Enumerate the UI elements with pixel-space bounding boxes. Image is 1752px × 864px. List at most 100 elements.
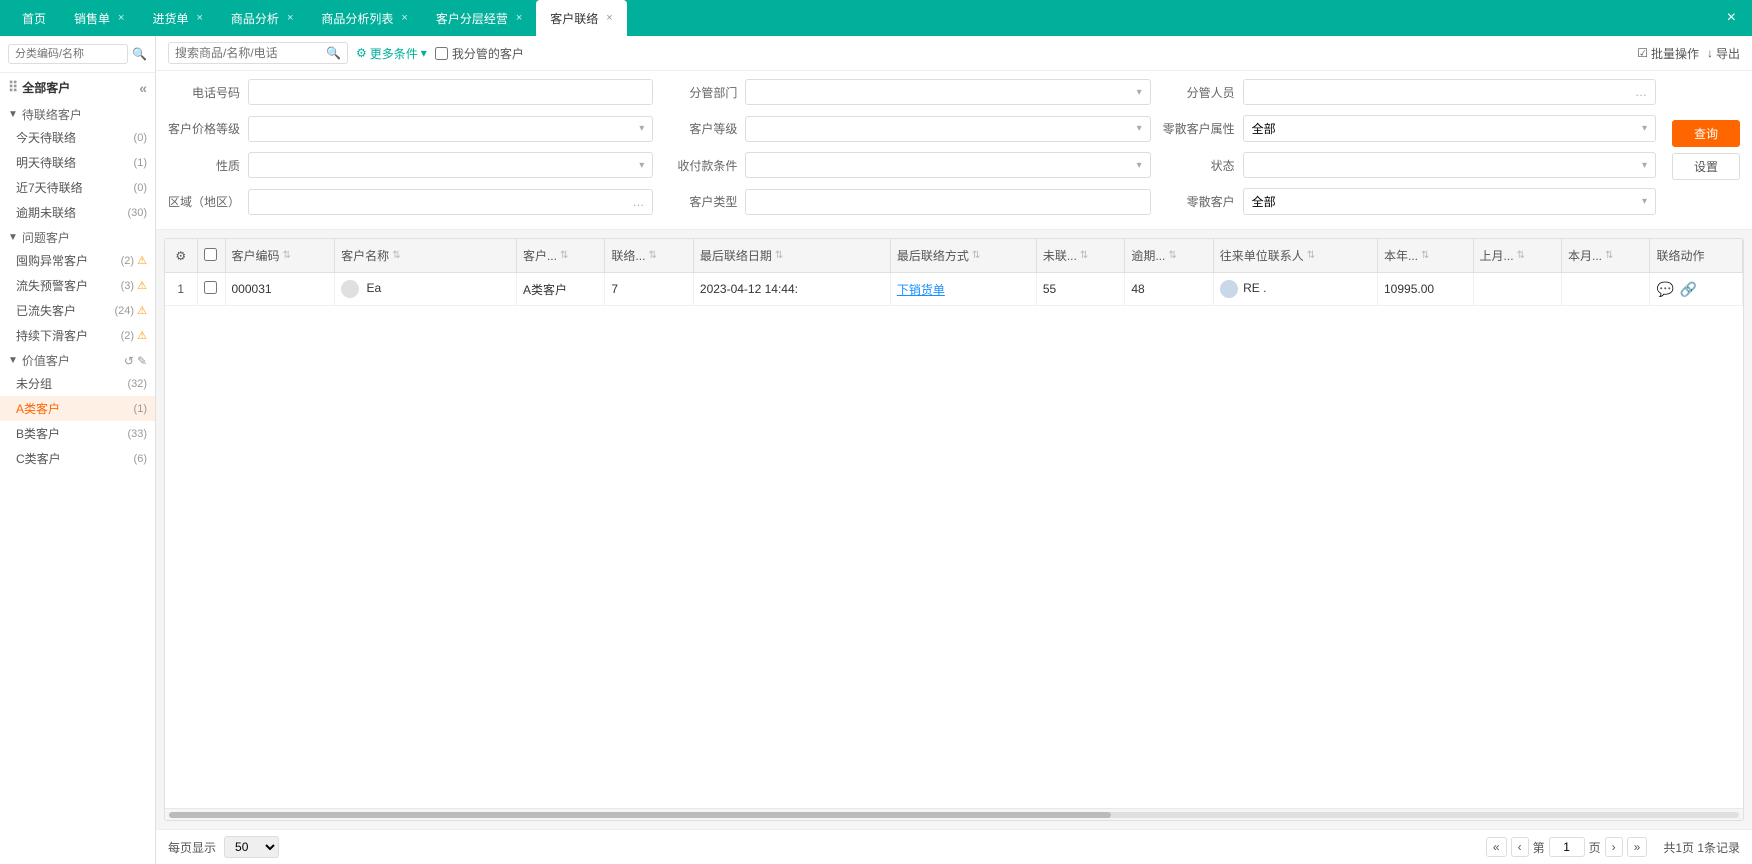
sort-overdue-icon[interactable]: ⇅ bbox=[1168, 250, 1176, 261]
filter-retail-customer: 零散客户 全部 ▾ bbox=[1163, 188, 1660, 215]
link-icon[interactable]: 🔗 bbox=[1680, 281, 1697, 298]
filter-phone-input[interactable] bbox=[248, 79, 653, 105]
nav-close-sales[interactable]: × bbox=[118, 12, 124, 24]
window-close-button[interactable]: × bbox=[1719, 9, 1744, 27]
chevron-down-icon-price: ▾ bbox=[639, 123, 644, 134]
row-last-method: 下销货单 bbox=[890, 273, 1036, 306]
sidebar-item-unsorted[interactable]: 未分组 (32) bbox=[0, 371, 155, 396]
filter-region-dots[interactable]: … bbox=[248, 189, 653, 215]
sidebar-item-churned[interactable]: 已流失客户 (24) ⚠ bbox=[0, 298, 155, 323]
sidebar-search-input[interactable] bbox=[8, 44, 128, 64]
filter-search-icon[interactable]: 🔍 bbox=[326, 46, 341, 60]
sidebar-item-7day-contact[interactable]: 近7天待联络 (0) bbox=[0, 175, 155, 200]
group-actions: ↺ ✎ bbox=[124, 354, 147, 368]
sidebar-item-churn-warning[interactable]: 流失预警客户 (3) ⚠ bbox=[0, 273, 155, 298]
filter-customer-type-input[interactable] bbox=[745, 189, 1150, 215]
last-method-link[interactable]: 下销货单 bbox=[897, 283, 945, 297]
filter-more-button[interactable]: ⚙ 更多条件 ▾ bbox=[356, 45, 427, 62]
sidebar-collapse-icon[interactable]: « bbox=[139, 80, 147, 96]
export-button[interactable]: ↓ 导出 bbox=[1707, 45, 1740, 62]
sidebar-item-c-class[interactable]: C类客户 (6) bbox=[0, 446, 155, 471]
batch-operation-button[interactable]: ☑ 批量操作 bbox=[1637, 45, 1699, 62]
sort-no-contact-icon[interactable]: ⇅ bbox=[1080, 250, 1088, 261]
col-last-date: 最后联络日期 ⇅ bbox=[693, 239, 890, 273]
chevron-down-icon-retail2: ▾ bbox=[1642, 196, 1647, 207]
sidebar-item-b-class[interactable]: B类客户 (33) bbox=[0, 421, 155, 446]
first-page-button[interactable]: « bbox=[1486, 837, 1507, 857]
col-last-method: 最后联络方式 ⇅ bbox=[890, 239, 1036, 273]
sort-contact-icon[interactable]: ⇅ bbox=[1307, 250, 1315, 261]
sidebar-group-value: ▼ 价值客户 ↺ ✎ bbox=[0, 348, 155, 371]
select-all-checkbox[interactable] bbox=[204, 248, 217, 261]
col-this-month: 本月... ⇅ bbox=[1562, 239, 1650, 273]
horizontal-scrollbar[interactable] bbox=[165, 808, 1743, 820]
sort-year-icon[interactable]: ⇅ bbox=[1421, 250, 1429, 261]
nav-close-customer-mgmt[interactable]: × bbox=[516, 12, 522, 24]
filter-search-box: 🔍 bbox=[168, 42, 348, 64]
pagination: « ‹ 第 页 › » 共1页 1条记录 bbox=[1486, 837, 1740, 857]
nav-purchase[interactable]: 进货单 × bbox=[138, 0, 216, 36]
filter-customer-grade-select[interactable]: ▾ bbox=[745, 116, 1150, 142]
sort-date-icon[interactable]: ⇅ bbox=[775, 250, 783, 261]
nav-close-customer-contact[interactable]: × bbox=[606, 12, 612, 24]
last-page-button[interactable]: » bbox=[1627, 837, 1648, 857]
sort-code-icon[interactable]: ⇅ bbox=[283, 250, 291, 261]
edit-icon[interactable]: ✎ bbox=[137, 354, 147, 368]
sidebar-item-today-contact[interactable]: 今天待联络 (0) bbox=[0, 125, 155, 150]
sidebar-item-declining[interactable]: 持续下滑客户 (2) ⚠ bbox=[0, 323, 155, 348]
customer-table: ⚙ 客户编码 ⇅ bbox=[165, 239, 1743, 306]
scrollbar-track bbox=[169, 812, 1739, 818]
sort-name-icon[interactable]: ⇅ bbox=[392, 250, 400, 261]
sort-method-icon[interactable]: ⇅ bbox=[972, 250, 980, 261]
filter-price-grade-select[interactable]: ▾ bbox=[248, 116, 653, 142]
nav-sales[interactable]: 销售单 × bbox=[60, 0, 138, 36]
filter-search-input[interactable] bbox=[175, 46, 326, 60]
filter-retail-attr-select[interactable]: 全部 ▾ bbox=[1243, 115, 1656, 142]
filter-manager-dots[interactable]: … bbox=[1243, 79, 1656, 105]
sidebar-search-icon[interactable]: 🔍 bbox=[132, 47, 147, 61]
nav-home[interactable]: 首页 bbox=[8, 0, 60, 36]
chevron-down-icon-status: ▾ bbox=[1642, 160, 1647, 171]
query-button[interactable]: 查询 bbox=[1672, 120, 1740, 147]
row-checkbox[interactable] bbox=[204, 281, 217, 294]
col-contact-person: 往来单位联系人 ⇅ bbox=[1213, 239, 1377, 273]
filter-dept-select[interactable]: ▾ bbox=[745, 79, 1150, 105]
nav-customer-contact[interactable]: 客户联络 × bbox=[536, 0, 626, 36]
chat-icon[interactable]: 💬 bbox=[1656, 281, 1673, 298]
filter-status-select[interactable]: ▾ bbox=[1243, 152, 1656, 178]
next-page-button[interactable]: › bbox=[1605, 837, 1623, 857]
sidebar-item-a-class[interactable]: A类客户 (1) bbox=[0, 396, 155, 421]
chevron-down-icon-grade: ▾ bbox=[1137, 123, 1142, 134]
filter-nature-select[interactable]: ▾ bbox=[248, 152, 653, 178]
page-number-input[interactable] bbox=[1549, 837, 1585, 857]
filter-region: 区域（地区） … bbox=[168, 189, 665, 215]
nav-close-purchase[interactable]: × bbox=[196, 12, 202, 24]
nav-close-analysis-list[interactable]: × bbox=[401, 12, 407, 24]
sidebar-item-abnormal[interactable]: 囤购异常客户 (2) ⚠ bbox=[0, 248, 155, 273]
sort-contacts-icon[interactable]: ⇅ bbox=[648, 250, 656, 261]
per-page-select[interactable]: 50 100 200 bbox=[224, 836, 279, 858]
table-settings-icon[interactable]: ⚙ bbox=[175, 249, 186, 263]
nav-analysis[interactable]: 商品分析 × bbox=[217, 0, 307, 36]
refresh-icon[interactable]: ↺ bbox=[124, 354, 134, 368]
sidebar-item-overdue-contact[interactable]: 逾期未联络 (30) bbox=[0, 200, 155, 225]
filter-row-4: 区域（地区） … 客户类型 bbox=[168, 188, 1660, 215]
sort-this-month-icon[interactable]: ⇅ bbox=[1605, 250, 1613, 261]
prev-page-button[interactable]: ‹ bbox=[1511, 837, 1529, 857]
sort-type-icon[interactable]: ⇅ bbox=[560, 250, 568, 261]
nav-customer-mgmt[interactable]: 客户分层经营 × bbox=[422, 0, 536, 36]
nav-close-analysis[interactable]: × bbox=[287, 12, 293, 24]
filter-retail-customer-select[interactable]: 全部 ▾ bbox=[1243, 188, 1656, 215]
sidebar-all-customers[interactable]: ⠿ 全部客户 « bbox=[0, 73, 155, 102]
filter-payment-select[interactable]: ▾ bbox=[745, 152, 1150, 178]
scrollbar-thumb[interactable] bbox=[169, 812, 1111, 818]
top-nav: 首页 销售单 × 进货单 × 商品分析 × 商品分析列表 × 客户分层经营 × … bbox=[0, 0, 1752, 36]
sidebar: 🔍 ⠿ 全部客户 « ▼ 待联络客户 今天待联络 (0) 明天待联络 (1) 近… bbox=[0, 36, 156, 864]
sidebar-item-tomorrow-contact[interactable]: 明天待联络 (1) bbox=[0, 150, 155, 175]
my-customers-check[interactable] bbox=[435, 47, 448, 60]
nav-analysis-list[interactable]: 商品分析列表 × bbox=[307, 0, 421, 36]
sort-last-month-icon[interactable]: ⇅ bbox=[1517, 250, 1525, 261]
settings-button[interactable]: 设置 bbox=[1672, 153, 1740, 180]
row-this-month bbox=[1562, 273, 1650, 306]
my-customers-checkbox[interactable]: 我分管的客户 bbox=[435, 45, 524, 62]
